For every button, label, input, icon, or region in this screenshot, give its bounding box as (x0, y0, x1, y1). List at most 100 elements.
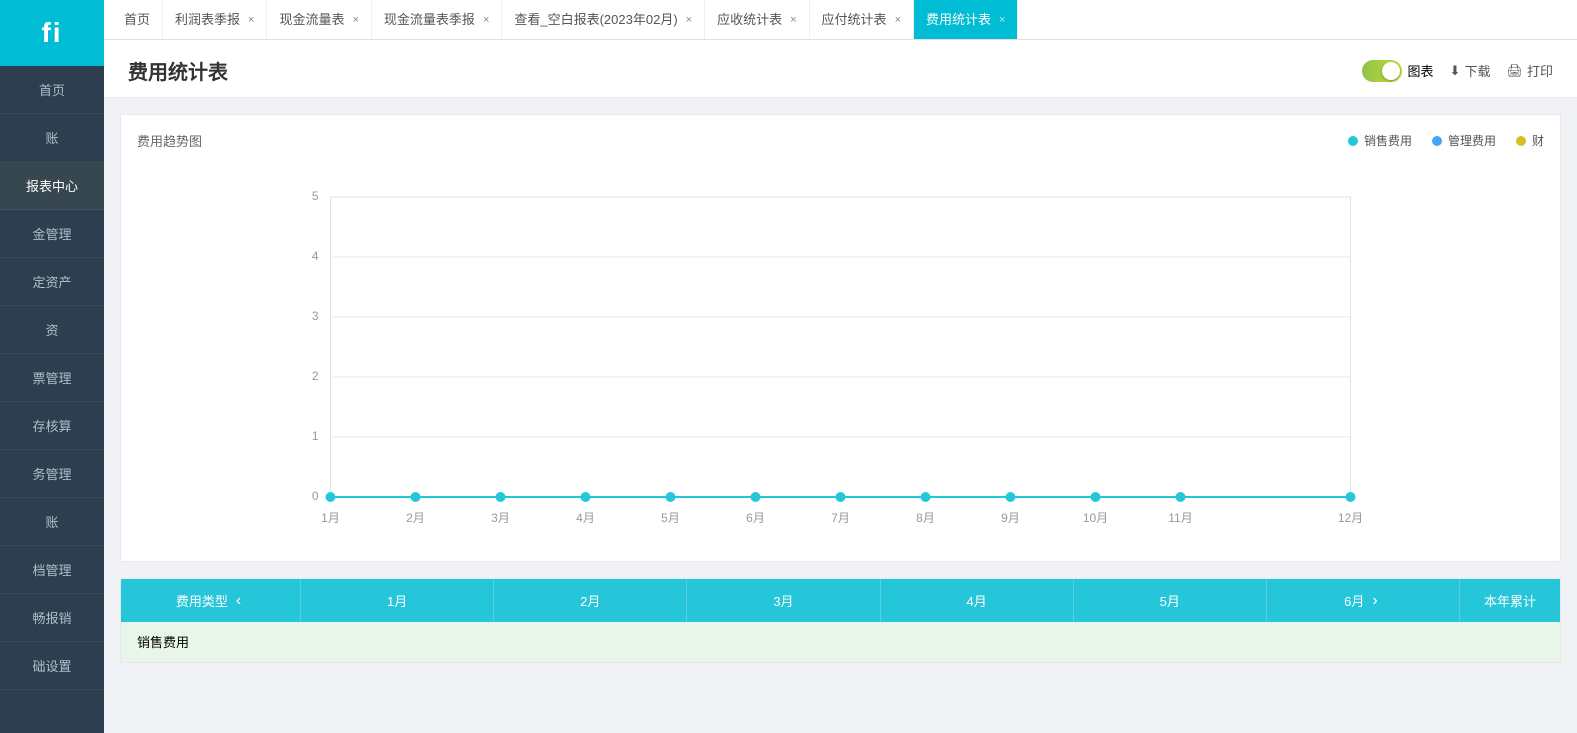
data-point-jan (326, 492, 336, 502)
td-type: 销售费用 (121, 622, 301, 661)
next-period-arrow[interactable]: › (1368, 592, 1381, 610)
data-point-jun (751, 492, 761, 502)
svg-text:5月: 5月 (661, 511, 680, 525)
tab-receivable-close[interactable]: × (790, 0, 796, 40)
tab-blank-report-close[interactable]: × (686, 0, 692, 40)
th-jun: 6月 › (1267, 579, 1460, 622)
tab-payable[interactable]: 应付统计表 × (810, 0, 914, 40)
tab-expense-close[interactable]: × (999, 0, 1005, 40)
svg-text:10月: 10月 (1083, 511, 1108, 525)
table-section: 费用类型 ‹ 1月 2月 3月 4月 5月 (120, 578, 1561, 663)
legend-sales-dot (1348, 136, 1358, 146)
app-logo: fi (0, 0, 104, 66)
svg-text:2月: 2月 (406, 511, 425, 525)
header-actions: 图表 ⬇ 下载 🖨 打印 (1362, 60, 1553, 82)
sidebar-item-settings[interactable]: 础设置 (0, 642, 104, 690)
data-point-feb (411, 492, 421, 502)
data-point-oct (1091, 492, 1101, 502)
tab-expense[interactable]: 费用统计表 × (914, 0, 1018, 40)
svg-text:9月: 9月 (1001, 511, 1020, 525)
th-may: 5月 (1074, 579, 1267, 622)
print-button[interactable]: 🖨 打印 (1506, 61, 1553, 80)
content-area: 费用统计表 图表 ⬇ 下载 🖨 打印 费用趋势图 (104, 40, 1577, 733)
main-area: 首页 利润表季报 × 现金流量表 × 现金流量表季报 × 查看_空白报表(202… (104, 0, 1577, 733)
svg-text:6月: 6月 (746, 511, 765, 525)
data-point-dec (1346, 492, 1356, 502)
svg-text:3月: 3月 (491, 511, 510, 525)
sidebar-item-assets[interactable]: 定资产 (0, 258, 104, 306)
legend-sales: 销售费用 (1348, 132, 1412, 149)
tab-home[interactable]: 首页 (112, 0, 163, 40)
svg-text:11月: 11月 (1168, 511, 1192, 525)
sidebar-item-sales[interactable]: 畅报销 (0, 594, 104, 642)
tab-profit[interactable]: 利润表季报 × (163, 0, 267, 40)
sidebar-item-archives[interactable]: 档管理 (0, 546, 104, 594)
data-point-aug (921, 492, 931, 502)
sidebar-item-service[interactable]: 务管理 (0, 450, 104, 498)
svg-text:4: 4 (312, 249, 319, 263)
svg-text:12月: 12月 (1338, 511, 1363, 525)
tab-payable-close[interactable]: × (895, 0, 901, 40)
svg-text:1月: 1月 (321, 511, 340, 525)
legend-finance-dot (1516, 136, 1526, 146)
svg-text:0: 0 (312, 489, 319, 503)
td-apr (881, 622, 1074, 661)
print-label: 打印 (1527, 61, 1553, 80)
data-point-jul (836, 492, 846, 502)
prev-period-arrow[interactable]: ‹ (232, 592, 245, 610)
sidebar-item-fund[interactable]: 金管理 (0, 210, 104, 258)
page-title: 费用统计表 (128, 56, 228, 85)
sidebar-item-account[interactable]: 账 (0, 114, 104, 162)
th-ytd: 本年累计 (1460, 579, 1560, 622)
tab-cashflow-quarterly[interactable]: 现金流量表季报 × (372, 0, 502, 40)
td-ytd (1460, 622, 1560, 661)
tab-cashflow[interactable]: 现金流量表 × (267, 0, 371, 40)
chart-legend: 销售费用 管理费用 财 (1348, 132, 1544, 149)
legend-admin-label: 管理费用 (1448, 132, 1496, 149)
tab-cashflow-quarterly-close[interactable]: × (483, 0, 489, 40)
svg-text:7月: 7月 (831, 511, 850, 525)
tab-blank-report[interactable]: 查看_空白报表(2023年02月) × (502, 0, 705, 40)
legend-admin: 管理费用 (1432, 132, 1496, 149)
table-row: 销售费用 (121, 622, 1560, 662)
sidebar-item-home[interactable]: 首页 (0, 66, 104, 114)
tab-receivable[interactable]: 应收统计表 × (705, 0, 809, 40)
svg-text:3: 3 (312, 309, 319, 323)
chart-toggle-wrap: 图表 (1362, 60, 1434, 82)
table-header: 费用类型 ‹ 1月 2月 3月 4月 5月 (121, 579, 1560, 622)
legend-finance: 财 (1516, 132, 1544, 149)
sidebar-item-ledger[interactable]: 账 (0, 498, 104, 546)
chart-svg-wrap: 5 4 3 2 1 0 (137, 162, 1544, 545)
download-button[interactable]: ⬇ 下载 (1450, 61, 1491, 80)
download-label: 下载 (1464, 61, 1490, 80)
data-point-may (666, 492, 676, 502)
legend-sales-label: 销售费用 (1364, 132, 1412, 149)
legend-admin-dot (1432, 136, 1442, 146)
sidebar-item-invoice[interactable]: 票管理 (0, 354, 104, 402)
svg-text:1: 1 (312, 429, 319, 443)
svg-text:2: 2 (312, 369, 319, 383)
sidebar: fi 首页 账 报表中心 金管理 定资产 资 票管理 存核算 务管理 账 档管理… (0, 0, 104, 733)
chart-svg: 5 4 3 2 1 0 (137, 162, 1544, 542)
chart-title: 费用趋势图 (137, 131, 202, 150)
td-feb (494, 622, 687, 661)
svg-text:5: 5 (312, 189, 319, 203)
chart-toggle[interactable] (1362, 60, 1402, 82)
th-type: 费用类型 ‹ (121, 579, 301, 622)
data-point-nov (1176, 492, 1186, 502)
sidebar-item-reports[interactable]: 报表中心 (0, 162, 104, 210)
svg-text:8月: 8月 (916, 511, 935, 525)
tab-cashflow-close[interactable]: × (352, 0, 358, 40)
tab-profit-close[interactable]: × (248, 0, 254, 40)
td-may (1074, 622, 1267, 661)
data-point-apr (581, 492, 591, 502)
download-icon: ⬇ (1450, 63, 1461, 79)
page-header: 费用统计表 图表 ⬇ 下载 🖨 打印 (104, 40, 1577, 98)
data-point-sep (1006, 492, 1016, 502)
sidebar-item-inventory[interactable]: 存核算 (0, 402, 104, 450)
print-icon: 🖨 (1506, 63, 1523, 79)
td-jun (1267, 622, 1460, 661)
th-feb: 2月 (494, 579, 687, 622)
sidebar-item-capital[interactable]: 资 (0, 306, 104, 354)
th-apr: 4月 (881, 579, 1074, 622)
